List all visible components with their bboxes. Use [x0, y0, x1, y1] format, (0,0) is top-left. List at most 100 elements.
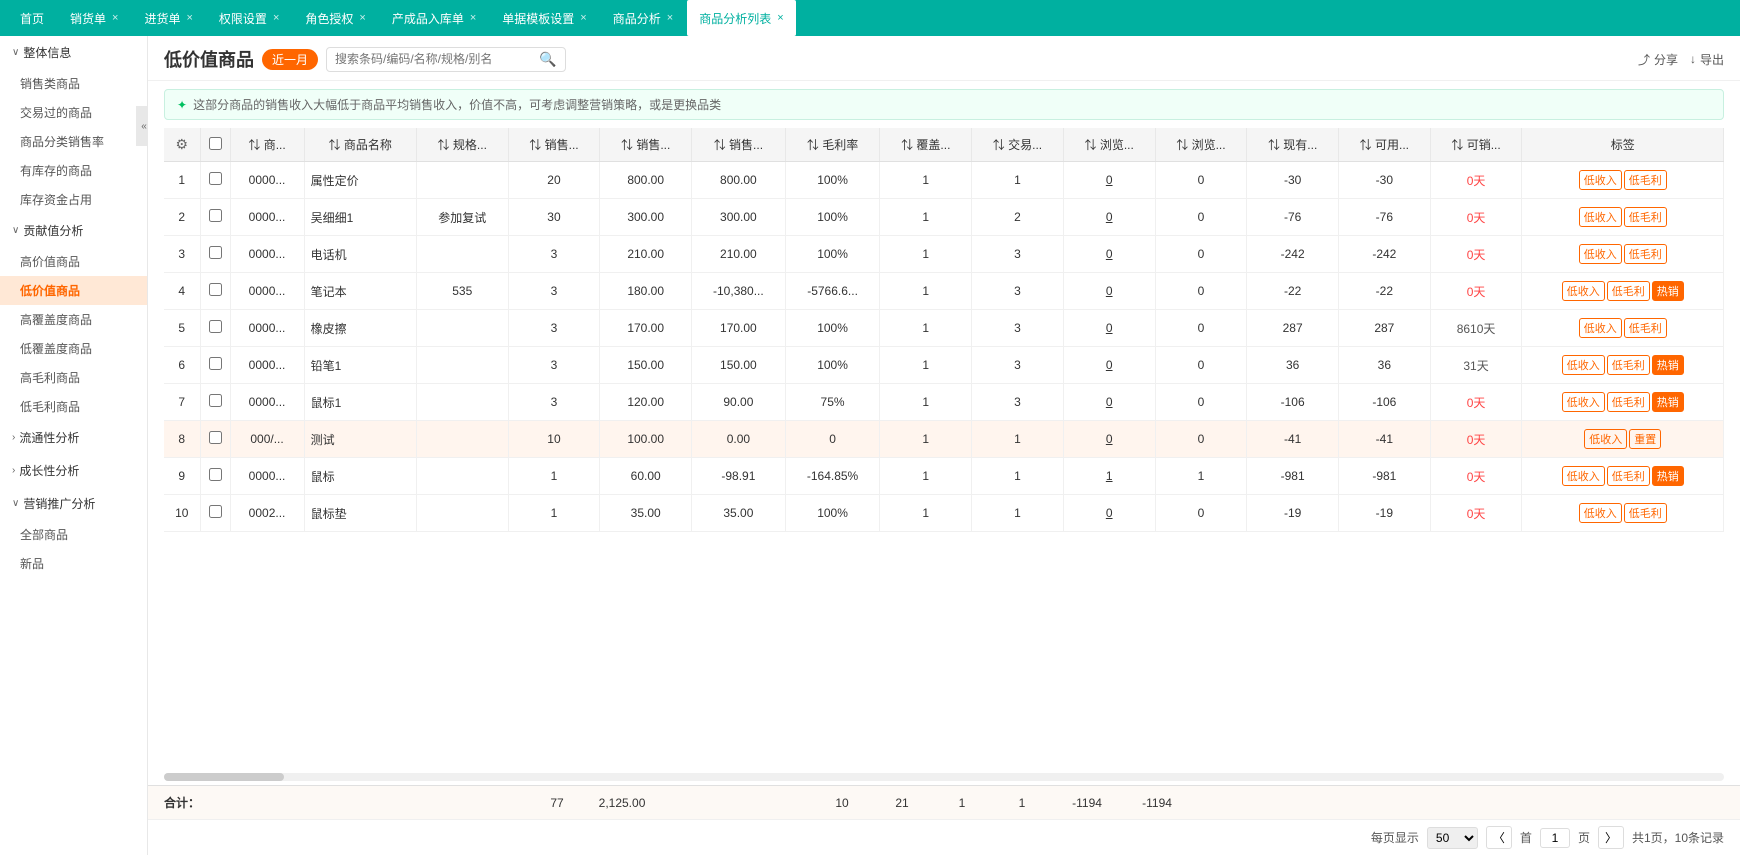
next-page-button[interactable]: 〉 — [1598, 826, 1624, 849]
row-view2: 1 — [1155, 458, 1247, 495]
sidebar-section-contribution[interactable]: ∨ 贡献值分析 — [0, 214, 147, 247]
view1-link[interactable]: 1 — [1106, 469, 1113, 483]
sidebar-section-overview[interactable]: ∨ 整体信息 — [0, 36, 147, 69]
sidebar-item-category-rate[interactable]: 商品分类销售率 — [0, 127, 147, 156]
nav-template[interactable]: 单据模板设置× — [490, 0, 598, 36]
sort-icon[interactable]: ⇅ — [248, 138, 260, 152]
sort-icon[interactable]: ⇅ — [438, 138, 450, 152]
tag-reset: 重置 — [1629, 429, 1661, 449]
horizontal-scrollbar[interactable] — [164, 773, 1724, 781]
view1-link[interactable]: 0 — [1106, 247, 1113, 261]
nav-goods-list[interactable]: 商品分析列表× — [687, 0, 795, 36]
close-icon[interactable]: × — [777, 12, 783, 24]
sidebar-collapse-btn[interactable]: « — [136, 106, 148, 146]
sidebar-section-marketing[interactable]: ∨ 营销推广分析 — [0, 487, 147, 520]
select-all-checkbox[interactable] — [209, 137, 222, 150]
row-view2: 0 — [1155, 347, 1247, 384]
sidebar-item-traded-goods[interactable]: 交易过的商品 — [0, 98, 147, 127]
close-icon[interactable]: × — [359, 12, 365, 24]
sort-icon[interactable]: ⇅ — [993, 138, 1005, 152]
sidebar-section-liquidity[interactable]: › 流通性分析 — [0, 421, 147, 454]
search-icon[interactable]: 🔍 — [539, 51, 556, 68]
sort-icon[interactable]: ⇅ — [529, 138, 541, 152]
sort-icon[interactable]: ⇅ — [1268, 138, 1280, 152]
sidebar-item-all-goods[interactable]: 全部商品 — [0, 520, 147, 549]
row-checkbox[interactable] — [209, 357, 222, 370]
sidebar-item-stock-funds[interactable]: 库存资金占用 — [0, 185, 147, 214]
period-tag-button[interactable]: 近一月 — [262, 49, 318, 70]
close-icon[interactable]: × — [186, 12, 192, 24]
row-sellable: 0天 — [1430, 421, 1522, 458]
nav-role[interactable]: 角色授权× — [293, 0, 377, 36]
view1-link[interactable]: 0 — [1106, 173, 1113, 187]
nav-product[interactable]: 产成品入库单× — [380, 0, 488, 36]
sidebar-item-stock-goods[interactable]: 有库存的商品 — [0, 156, 147, 185]
nav-home[interactable]: 首页 — [8, 0, 56, 36]
tag-label: 低毛利 — [1607, 355, 1650, 375]
sort-icon[interactable]: ⇅ — [714, 138, 726, 152]
view1-link[interactable]: 0 — [1106, 506, 1113, 520]
sort-icon[interactable]: ⇅ — [621, 138, 633, 152]
nav-purchase[interactable]: 进货单× — [132, 0, 204, 36]
row-sale1: 300.00 — [600, 199, 692, 236]
export-button[interactable]: ↓ 导出 — [1690, 51, 1724, 68]
sort-icon[interactable]: ⇅ — [1176, 138, 1188, 152]
row-name: 鼠标1 — [304, 384, 416, 421]
sidebar-item-high-value[interactable]: 高价值商品 — [0, 247, 147, 276]
scrollbar-thumb[interactable] — [164, 773, 284, 781]
row-checkbox[interactable] — [209, 320, 222, 333]
row-sale1: 180.00 — [600, 273, 692, 310]
sidebar-item-low-coverage[interactable]: 低覆盖度商品 — [0, 334, 147, 363]
view1-link[interactable]: 0 — [1106, 395, 1113, 409]
row-checkbox[interactable] — [209, 209, 222, 222]
close-icon[interactable]: × — [580, 12, 586, 24]
view1-link[interactable]: 0 — [1106, 321, 1113, 335]
close-icon[interactable]: × — [470, 12, 476, 24]
row-checkbox[interactable] — [209, 172, 222, 185]
sort-icon[interactable]: ⇅ — [329, 138, 341, 152]
row-margin: 100% — [785, 347, 880, 384]
sidebar-item-new-goods[interactable]: 新品 — [0, 549, 147, 578]
close-icon[interactable]: × — [667, 12, 673, 24]
view1-link[interactable]: 0 — [1106, 432, 1113, 446]
row-checkbox[interactable] — [209, 283, 222, 296]
close-icon[interactable]: × — [112, 12, 118, 24]
row-checkbox[interactable] — [209, 505, 222, 518]
search-input[interactable] — [335, 52, 535, 66]
nav-sales[interactable]: 销货单× — [58, 0, 130, 36]
sort-icon[interactable]: ⇅ — [1360, 138, 1372, 152]
sidebar-item-sales-goods[interactable]: 销售类商品 — [0, 69, 147, 98]
close-icon[interactable]: × — [273, 12, 279, 24]
sidebar-item-low-value[interactable]: 低价值商品 — [0, 276, 147, 305]
gear-icon[interactable]: ⚙ — [175, 136, 188, 152]
view1-link[interactable]: 0 — [1106, 210, 1113, 224]
first-page-button[interactable]: 〈 — [1486, 826, 1512, 849]
row-margin: 0 — [785, 421, 880, 458]
footer-view2: 1 — [992, 796, 1052, 810]
nav-permission[interactable]: 权限设置× — [207, 0, 291, 36]
row-view2: 0 — [1155, 273, 1247, 310]
view1-link[interactable]: 0 — [1106, 284, 1113, 298]
tag-label: 低毛利 — [1607, 281, 1650, 301]
share-button[interactable]: ⤴ 分享 — [1638, 51, 1678, 68]
page-size-select[interactable]: 50 100 — [1427, 827, 1478, 849]
page-number-input[interactable] — [1540, 828, 1570, 848]
view1-link[interactable]: 0 — [1106, 358, 1113, 372]
row-checkbox[interactable] — [209, 246, 222, 259]
sidebar-item-low-margin[interactable]: 低毛利商品 — [0, 392, 147, 421]
sidebar-item-high-margin[interactable]: 高毛利商品 — [0, 363, 147, 392]
row-checkbox[interactable] — [209, 431, 222, 444]
sort-icon[interactable]: ⇅ — [901, 138, 913, 152]
row-checkbox[interactable] — [209, 468, 222, 481]
row-spec: 参加复试 — [416, 199, 508, 236]
sort-icon[interactable]: ⇅ — [1085, 138, 1097, 152]
row-settings: 9 — [164, 458, 200, 495]
row-view2: 0 — [1155, 162, 1247, 199]
row-checkbox[interactable] — [209, 394, 222, 407]
sort-icon[interactable]: ⇅ — [807, 138, 819, 152]
sidebar-section-growth[interactable]: › 成长性分析 — [0, 454, 147, 487]
sidebar-item-high-coverage[interactable]: 高覆盖度商品 — [0, 305, 147, 334]
sort-icon[interactable]: ⇅ — [1451, 138, 1463, 152]
row-tags: 低收入重置 — [1522, 421, 1724, 458]
nav-goods-analysis[interactable]: 商品分析× — [601, 0, 685, 36]
